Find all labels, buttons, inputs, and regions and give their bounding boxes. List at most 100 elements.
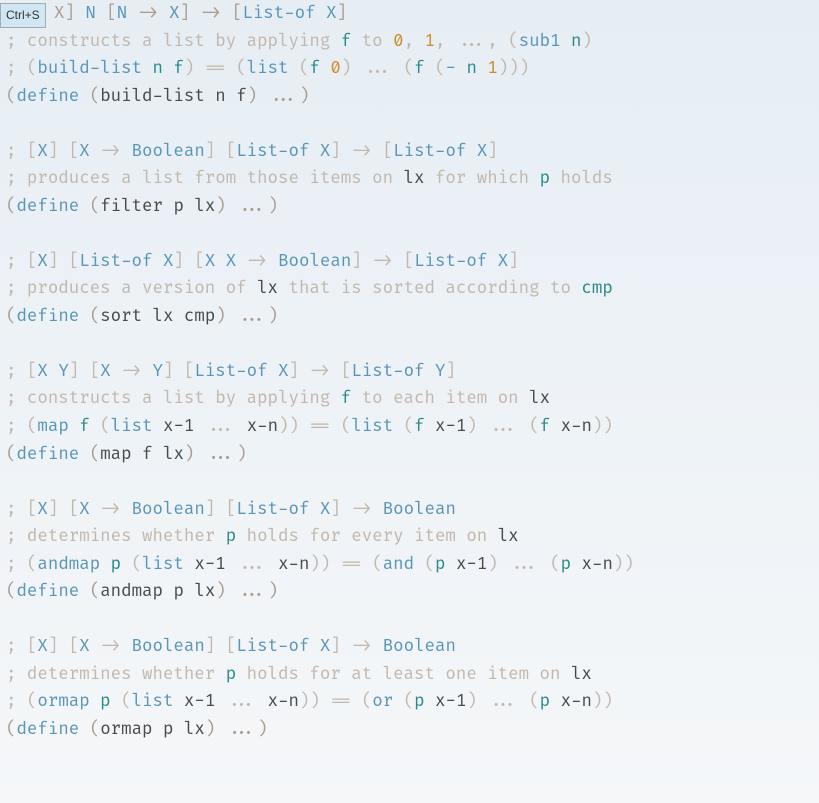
t: sort xyxy=(100,306,142,327)
t: cmp xyxy=(184,306,215,327)
t: ( xyxy=(79,306,100,327)
code-line: ; [X] [X -> Boolean] [List-of X] -> Bool… xyxy=(6,496,813,524)
t: ) ...) xyxy=(205,719,268,740)
t: list xyxy=(247,58,289,79)
t: ] [ xyxy=(69,361,100,382)
t xyxy=(425,691,435,712)
code-line: ; constructs a list by applying f to 0, … xyxy=(6,28,813,56)
t: ; determines whether xyxy=(6,664,226,685)
t: ( xyxy=(79,444,100,465)
t xyxy=(309,499,319,520)
code-line: (define (build-list n f) ...) xyxy=(6,83,813,111)
t: holds for every item on xyxy=(236,526,498,547)
blank-line xyxy=(6,606,813,634)
t: ( xyxy=(79,86,100,107)
t: X xyxy=(79,636,89,657)
t: X xyxy=(498,251,508,272)
t: andmap xyxy=(37,554,100,575)
code-line: ; (build-list n f) == (list (f 0) ... (f… xyxy=(6,55,813,83)
t: x-n xyxy=(278,554,309,575)
t: f xyxy=(309,58,319,79)
t: p xyxy=(173,581,183,602)
t: X] xyxy=(54,3,85,24)
t xyxy=(173,719,183,740)
t: ( xyxy=(6,719,16,740)
keyboard-shortcut-badge: Ctrl+S xyxy=(0,3,46,28)
t: X xyxy=(226,251,236,272)
t: p xyxy=(100,691,110,712)
t: -> xyxy=(127,3,169,24)
t: )) xyxy=(592,416,613,437)
t: Boolean xyxy=(132,141,205,162)
t: f xyxy=(341,31,351,52)
t: , xyxy=(404,31,425,52)
t: p xyxy=(435,554,445,575)
t: p xyxy=(111,554,121,575)
t: n xyxy=(466,58,476,79)
t: List-of xyxy=(393,141,466,162)
t: X xyxy=(79,499,89,520)
t: f xyxy=(236,86,246,107)
t xyxy=(142,306,152,327)
t: holds for at least one item on xyxy=(236,664,571,685)
t: p xyxy=(540,168,550,189)
t: )) xyxy=(592,691,613,712)
code-line: (define (andmap p lx) ...) xyxy=(6,578,813,606)
t: ] [ xyxy=(48,141,79,162)
t: N xyxy=(117,3,127,24)
t: ( xyxy=(79,719,100,740)
t: to each item on xyxy=(351,388,529,409)
t: )) == ( xyxy=(299,691,372,712)
t: ) ...) xyxy=(184,444,247,465)
t: ))) xyxy=(498,58,529,79)
t: ormap xyxy=(100,719,152,740)
t: ] [ xyxy=(205,636,236,657)
t: )) == ( xyxy=(309,554,382,575)
t xyxy=(48,361,58,382)
code-line: ; [X Y] [X -> Y] [List-of X] -> [List-of… xyxy=(6,358,813,386)
t: Boolean xyxy=(383,499,456,520)
t: 1 xyxy=(487,58,497,79)
t: ( xyxy=(79,196,100,217)
t xyxy=(152,251,162,272)
t: ] -> [ xyxy=(289,361,352,382)
t: p xyxy=(414,691,424,712)
t: List-of xyxy=(351,361,424,382)
t: ; ( xyxy=(6,691,37,712)
t: X xyxy=(37,251,47,272)
code-line: (define (map f lx) ...) xyxy=(6,441,813,469)
t xyxy=(163,581,173,602)
t xyxy=(184,196,194,217)
code-line: ; constructs a list by applying f to eac… xyxy=(6,385,813,413)
t: X xyxy=(37,499,47,520)
t: ; [ xyxy=(6,361,37,382)
t: List-of xyxy=(236,499,309,520)
t: filter xyxy=(100,196,163,217)
t: x-n xyxy=(561,416,592,437)
t: X xyxy=(37,141,47,162)
t: p xyxy=(226,526,236,547)
t xyxy=(571,554,581,575)
t: x-1 xyxy=(435,691,466,712)
t: list xyxy=(132,691,174,712)
t xyxy=(425,361,435,382)
t: f xyxy=(173,58,183,79)
t: define xyxy=(16,581,79,602)
t: X xyxy=(477,141,487,162)
t: Boolean xyxy=(132,499,205,520)
t: p xyxy=(226,664,236,685)
t: map xyxy=(37,416,68,437)
t: lx xyxy=(257,278,278,299)
t: ] -> xyxy=(330,636,382,657)
t: ] [ xyxy=(173,251,204,272)
t: f xyxy=(414,58,424,79)
t: x-n xyxy=(247,416,278,437)
t: define xyxy=(16,306,79,327)
t: x-1 xyxy=(194,554,225,575)
t: ) == ( xyxy=(184,58,247,79)
t: ( xyxy=(289,58,310,79)
t xyxy=(309,141,319,162)
t: List-of xyxy=(242,3,315,24)
t: ( xyxy=(6,196,16,217)
t: Y xyxy=(435,361,445,382)
